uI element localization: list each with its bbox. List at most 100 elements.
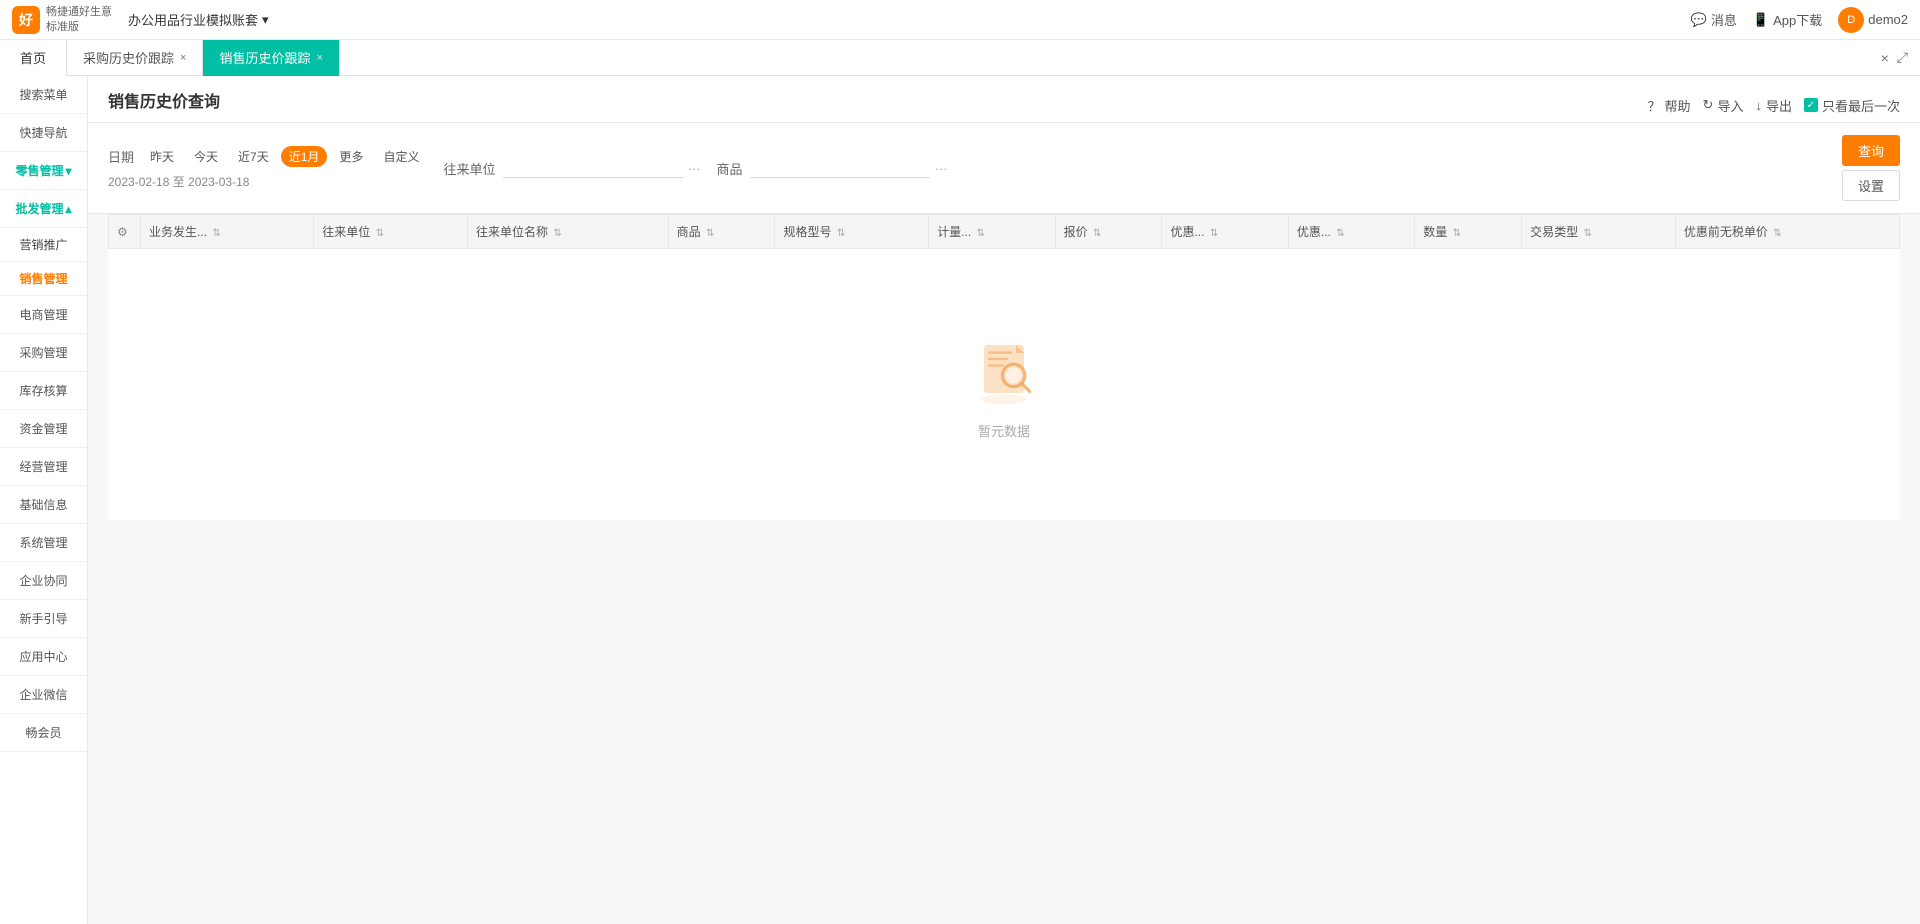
user-menu[interactable]: D demo2 — [1838, 7, 1908, 33]
import-button[interactable]: ↻ 导入 — [1703, 96, 1744, 115]
sidebar-item-finance[interactable]: 资金管理 — [0, 410, 87, 448]
partner-filter-label: 往来单位 — [443, 159, 495, 178]
filter-buttons: 查询 设置 — [1842, 135, 1900, 201]
th-partner-name[interactable]: 往来单位名称 ⇅ — [467, 215, 668, 249]
close-sales-tab-icon[interactable]: × — [316, 52, 322, 64]
settings-button[interactable]: 设置 — [1842, 170, 1900, 201]
page-title-row: 销售历史价查询 ？ 帮助 ↻ 导入 ↓ 导出 ✓ — [108, 88, 1900, 122]
page-title: 销售历史价查询 — [108, 88, 220, 112]
app-selector[interactable]: 办公用品行业模拟账套 ▾ — [120, 10, 277, 29]
th-discount1[interactable]: 优惠... ⇅ — [1162, 215, 1288, 249]
help-button[interactable]: ？ 帮助 — [1648, 96, 1691, 115]
logo-icon: 好 — [12, 6, 40, 34]
avatar: D — [1838, 7, 1864, 33]
empty-state-icon — [964, 329, 1044, 409]
sidebar-item-marketing[interactable]: 营销推广 — [0, 228, 87, 262]
only-last-checkbox[interactable]: ✓ — [1804, 98, 1818, 112]
content-area: 销售历史价查询 ？ 帮助 ↻ 导入 ↓ 导出 ✓ — [88, 76, 1920, 924]
sidebar-item-wholesale[interactable]: 批发管理 ▴ — [0, 190, 87, 228]
only-last-checkbox-label[interactable]: ✓ 只看最后一次 — [1804, 96, 1900, 115]
close-all-tabs-button[interactable]: × — [1881, 50, 1889, 66]
sidebar-item-membership[interactable]: 畅会员 — [0, 714, 87, 752]
export-button[interactable]: ↓ 导出 — [1755, 96, 1792, 115]
message-button[interactable]: 💬 消息 — [1691, 10, 1737, 29]
th-settings: ⚙ — [109, 215, 141, 249]
sort-arrows-unit: ⇅ — [977, 228, 985, 239]
sidebar-item-app-center[interactable]: 应用中心 — [0, 638, 87, 676]
partner-filter-group: 往来单位 ··· — [443, 158, 700, 178]
export-icon: ↓ — [1755, 98, 1762, 113]
th-quote[interactable]: 报价 ⇅ — [1055, 215, 1162, 249]
sidebar-item-ecommerce[interactable]: 电商管理 — [0, 296, 87, 334]
table-gear-icon[interactable]: ⚙ — [117, 225, 128, 239]
empty-state: 暂元数据 — [109, 249, 1900, 520]
chevron-up-icon: ▴ — [65, 202, 71, 216]
tab-home[interactable]: 首页 — [0, 40, 67, 76]
table-head: ⚙ 业务发生... ⇅ 往来单位 ⇅ 往来单位名称 ⇅ — [109, 215, 1900, 249]
tab-sales-history[interactable]: 销售历史价跟踪 × — [203, 40, 339, 76]
table-body: 暂元数据 — [109, 249, 1900, 521]
date-btn-today[interactable]: 今天 — [186, 146, 226, 167]
partner-lookup-button[interactable]: ··· — [687, 161, 700, 176]
date-options: 昨天 今天 近7天 近1月 更多 自定义 — [142, 146, 427, 167]
chevron-down-icon: ▾ — [262, 12, 269, 28]
filter-area: 日期 昨天 今天 近7天 近1月 更多 自定义 2023-02-18 至 202… — [88, 123, 1920, 214]
th-discount2[interactable]: 优惠... ⇅ — [1288, 215, 1414, 249]
fullscreen-button[interactable]: ⤢ — [1897, 49, 1908, 66]
close-purchase-tab-icon[interactable]: × — [180, 52, 186, 64]
sidebar: 搜索菜单 快捷导航 零售管理 ▾ 批发管理 ▴ 营销推广 销售管理 电商管理 采… — [0, 76, 88, 924]
goods-input-group: ··· — [750, 158, 947, 178]
th-pre-tax-price[interactable]: 优惠前无税单价 ⇅ — [1675, 215, 1899, 249]
sidebar-item-search[interactable]: 搜索菜单 — [0, 76, 87, 114]
sort-arrows-discount1: ⇅ — [1210, 228, 1218, 239]
tab-bar: 首页 采购历史价跟踪 × 销售历史价跟踪 × × ⤢ — [0, 40, 1920, 76]
query-button[interactable]: 查询 — [1842, 135, 1900, 166]
table-header-row: ⚙ 业务发生... ⇅ 往来单位 ⇅ 往来单位名称 ⇅ — [109, 215, 1900, 249]
sidebar-item-wechat[interactable]: 企业微信 — [0, 676, 87, 714]
page-header: 销售历史价查询 ？ 帮助 ↻ 导入 ↓ 导出 ✓ — [88, 76, 1920, 123]
sort-arrows-spec: ⇅ — [837, 228, 845, 239]
date-btn-1month[interactable]: 近1月 — [281, 146, 328, 167]
sidebar-item-quick-nav[interactable]: 快捷导航 — [0, 114, 87, 152]
sort-arrows-pre-tax-price: ⇅ — [1773, 228, 1781, 239]
header-actions: ？ 帮助 ↻ 导入 ↓ 导出 ✓ 只看最后一次 — [1648, 96, 1900, 115]
th-business-date[interactable]: 业务发生... ⇅ — [141, 215, 314, 249]
help-icon: ？ — [1648, 96, 1661, 115]
sidebar-item-purchase[interactable]: 采购管理 — [0, 334, 87, 372]
th-spec[interactable]: 规格型号 ⇅ — [775, 215, 929, 249]
sidebar-item-retail[interactable]: 零售管理 ▾ — [0, 152, 87, 190]
th-trade-type[interactable]: 交易类型 ⇅ — [1522, 215, 1676, 249]
main-layout: 搜索菜单 快捷导航 零售管理 ▾ 批发管理 ▴ 营销推广 销售管理 电商管理 采… — [0, 76, 1920, 924]
goods-input[interactable] — [750, 158, 930, 178]
sidebar-item-system[interactable]: 系统管理 — [0, 524, 87, 562]
import-icon: ↻ — [1703, 97, 1714, 113]
sidebar-item-operations[interactable]: 经营管理 — [0, 448, 87, 486]
date-btn-more[interactable]: 更多 — [331, 146, 371, 167]
date-btn-7days[interactable]: 近7天 — [230, 146, 277, 167]
th-quantity[interactable]: 数量 ⇅ — [1415, 215, 1522, 249]
tab-purchase-history[interactable]: 采购历史价跟踪 × — [67, 40, 203, 76]
th-goods[interactable]: 商品 ⇅ — [668, 215, 775, 249]
sidebar-item-newbie[interactable]: 新手引导 — [0, 600, 87, 638]
sidebar-item-enterprise[interactable]: 企业协同 — [0, 562, 87, 600]
table-container: ⚙ 业务发生... ⇅ 往来单位 ⇅ 往来单位名称 ⇅ — [88, 214, 1920, 924]
top-bar-left: 好 畅捷通好生意 标准版 办公用品行业模拟账套 ▾ — [12, 5, 277, 34]
sort-arrows-business-date: ⇅ — [212, 228, 220, 239]
tab-actions: × ⤢ — [1869, 49, 1920, 66]
sort-arrows-quote: ⇅ — [1093, 228, 1101, 239]
partner-input[interactable] — [503, 158, 683, 178]
sort-arrows-quantity: ⇅ — [1453, 228, 1461, 239]
sidebar-item-inventory[interactable]: 库存核算 — [0, 372, 87, 410]
goods-lookup-button[interactable]: ··· — [934, 161, 947, 176]
sort-arrows-trade-type: ⇅ — [1584, 228, 1592, 239]
th-partner-code[interactable]: 往来单位 ⇅ — [314, 215, 468, 249]
sidebar-item-sales-mgmt[interactable]: 销售管理 — [0, 262, 87, 296]
th-unit[interactable]: 计量... ⇅ — [929, 215, 1055, 249]
sort-arrows-goods: ⇅ — [706, 228, 714, 239]
date-btn-yesterday[interactable]: 昨天 — [142, 146, 182, 167]
app-download-button[interactable]: 📱 App下载 — [1753, 10, 1822, 29]
date-btn-custom[interactable]: 自定义 — [375, 146, 427, 167]
sort-arrows-partner-code: ⇅ — [376, 228, 384, 239]
sidebar-item-basic-info[interactable]: 基础信息 — [0, 486, 87, 524]
date-range-display: 2023-02-18 至 2023-03-18 — [108, 173, 427, 190]
